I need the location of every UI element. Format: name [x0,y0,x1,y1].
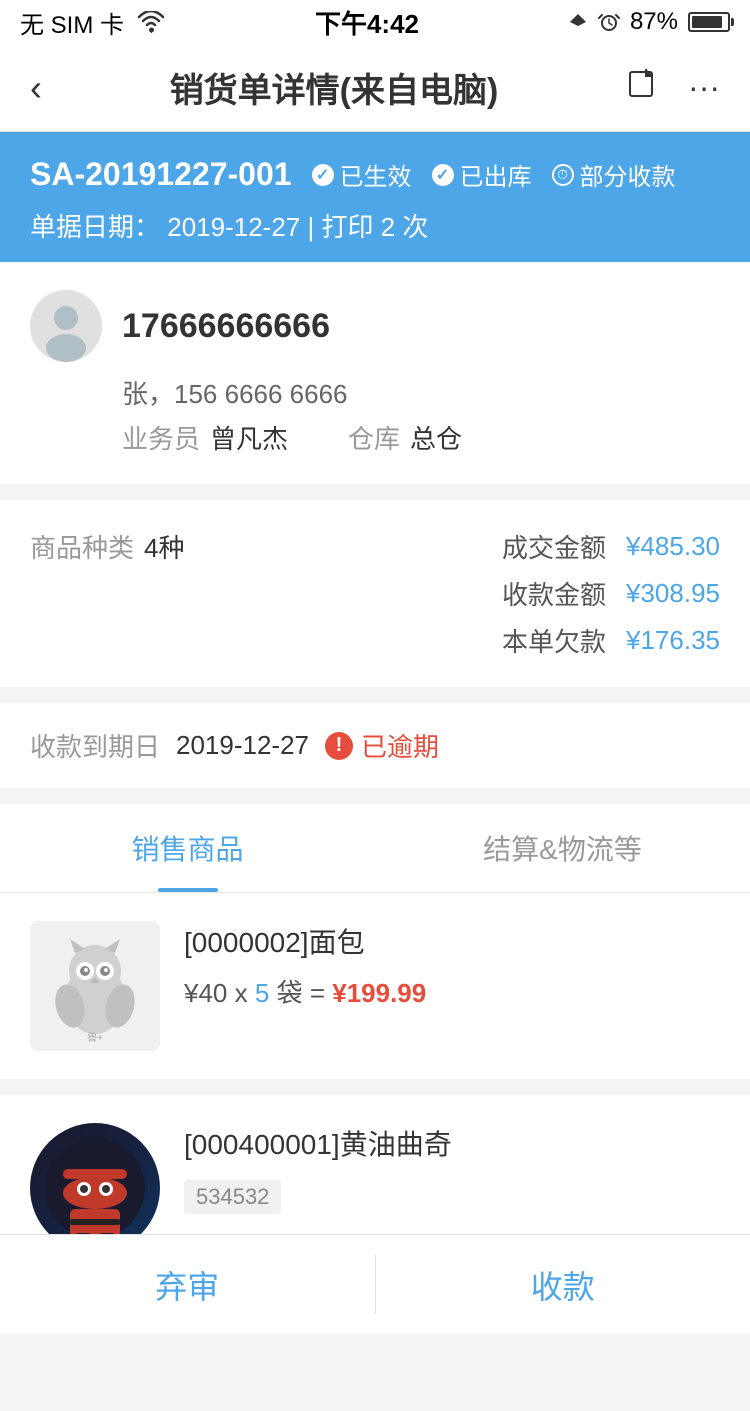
unit-1: 袋 [277,978,303,1008]
product-name-1: [0000002]面包 [184,921,720,961]
order-date: 2019-12-27 [167,212,300,242]
transaction-amount: ¥485.30 [626,531,720,562]
transaction-label: 成交金额 [502,528,606,565]
tab-settlement-label: 结算&物流等 [483,828,642,868]
print-info: | 打印 2 次 [307,212,428,242]
product-thumbnail-1: 兽+ [30,921,160,1051]
received-label: 收款金额 [502,575,606,612]
confirm-button[interactable]: 收款 [376,1235,750,1334]
overdue-icon: ! [325,732,353,760]
due-date-section: 收款到期日 2019-12-27 ! 已逾期 [0,703,750,788]
customer-name-phone: 张，156 6666 6666 [122,374,720,411]
location-icon [568,12,588,32]
status-effective: ✓ 已生效 [312,157,412,192]
tabs-section: 销售商品 结算&物流等 [0,804,750,893]
product-types-label: 商品种类 [30,528,134,565]
cancel-label: 弃审 [155,1262,219,1308]
tabs-row: 销售商品 结算&物流等 [0,804,750,892]
bottom-bar: 弃审 收款 [0,1234,750,1334]
confirm-label: 收款 [531,1262,595,1308]
status-effective-label: 已生效 [340,157,412,192]
nav-bar: ‹ 销货单详情(来自电脑) ··· [0,44,750,132]
nav-actions: ··· [626,68,720,108]
equals-1: = [310,978,332,1008]
customer-meta: 业务员 曾凡杰 仓库 总仓 [122,419,720,456]
received-row: 收款金额 ¥308.95 [502,575,720,612]
tab-settlement[interactable]: 结算&物流等 [375,804,750,892]
battery-icon [688,12,730,32]
product-types-value: 4种 [144,528,184,565]
status-bar-time: 下午4:42 [315,4,419,41]
product-sku: 534532 [184,1180,281,1214]
product-thumb-owl: 兽+ [30,921,160,1051]
due-date-value: 2019-12-27 [176,730,309,761]
tab-active-indicator [158,888,218,892]
total-1: ¥199.99 [332,978,426,1008]
customer-section: 17666666666 张，156 6666 6666 业务员 曾凡杰 仓库 总… [0,262,750,484]
check-icon-1: ✓ [312,164,334,186]
alarm-icon [598,11,620,33]
received-amount: ¥308.95 [626,578,720,609]
product-types-row: 商品种类 4种 [30,528,184,565]
status-bar: 无 SIM 卡 下午4:42 87% [0,0,750,44]
product-info-1: [0000002]面包 ¥40 x 5 袋 = ¥199.99 [184,921,720,1010]
transaction-row: 成交金额 ¥485.30 [502,528,720,565]
carrier-text: 无 SIM 卡 [20,5,124,40]
customer-phone: 17666666666 [122,307,330,346]
product-sku-wrapper: 534532 [184,1179,720,1214]
status-shipped: ✓ 已出库 [432,157,532,192]
status-shipped-label: 已出库 [460,157,532,192]
status-partial: ⏱ 部分收款 [552,157,676,192]
product-price-1: ¥40 x 5 袋 = ¥199.99 [184,973,720,1010]
avatar [30,290,102,362]
clock-icon: ⏱ [552,164,574,186]
due-label: 收款到期日 [30,727,160,764]
summary-section: 商品种类 4种 成交金额 ¥485.30 收款金额 ¥308.95 本单欠款 ¥… [0,500,750,687]
overdue-badge: ! 已逾期 [325,727,439,764]
status-partial-label: 部分收款 [580,157,676,192]
table-row: 兽+ [0000002]面包 ¥40 x 5 袋 = ¥199.99 [0,893,750,1079]
salesperson-item: 业务员 曾凡杰 [122,419,288,456]
qty-1: 5 [255,978,269,1008]
owed-amount: ¥176.35 [626,625,720,656]
status-bar-left: 无 SIM 卡 [20,5,166,40]
more-button[interactable]: ··· [688,69,720,106]
check-icon-2: ✓ [432,164,454,186]
order-header-banner: SA-20191227-001 ✓ 已生效 ✓ 已出库 ⏱ 部分收款 单据日期：… [0,132,750,262]
warehouse-item: 仓库 总仓 [348,419,462,456]
cancel-button[interactable]: 弃审 [0,1235,375,1334]
product-name-2: [000400001]黄油曲奇 [184,1123,720,1163]
order-id: SA-20191227-001 [30,156,292,193]
salesperson-value: 曾凡杰 [210,419,288,456]
warehouse-value: 总仓 [410,419,462,456]
share-button[interactable] [626,68,658,108]
owed-label: 本单欠款 [502,622,606,659]
salesperson-label: 业务员 [122,419,200,456]
unit-price-1: ¥40 [184,978,227,1008]
product-thumb-ninja [40,1133,150,1243]
page-title: 销货单详情(来自电脑) [170,63,499,112]
wifi-icon [136,11,166,33]
warehouse-label: 仓库 [348,419,400,456]
multiply-sign-1: x [235,978,255,1008]
date-label: 单据日期： [30,212,160,242]
status-bar-right: 87% [568,8,730,36]
overdue-label: 已逾期 [361,727,439,764]
order-date-row: 单据日期： 2019-12-27 | 打印 2 次 [30,207,720,244]
owed-row: 本单欠款 ¥176.35 [502,622,720,659]
summary-left: 商品种类 4种 [30,528,184,565]
svg-text:兽+: 兽+ [87,1031,103,1044]
tab-products[interactable]: 销售商品 [0,804,375,892]
battery-percent: 87% [630,8,678,36]
summary-right: 成交金额 ¥485.30 收款金额 ¥308.95 本单欠款 ¥176.35 [502,528,720,659]
tab-products-label: 销售商品 [131,828,243,868]
back-button[interactable]: ‹ [30,67,42,109]
